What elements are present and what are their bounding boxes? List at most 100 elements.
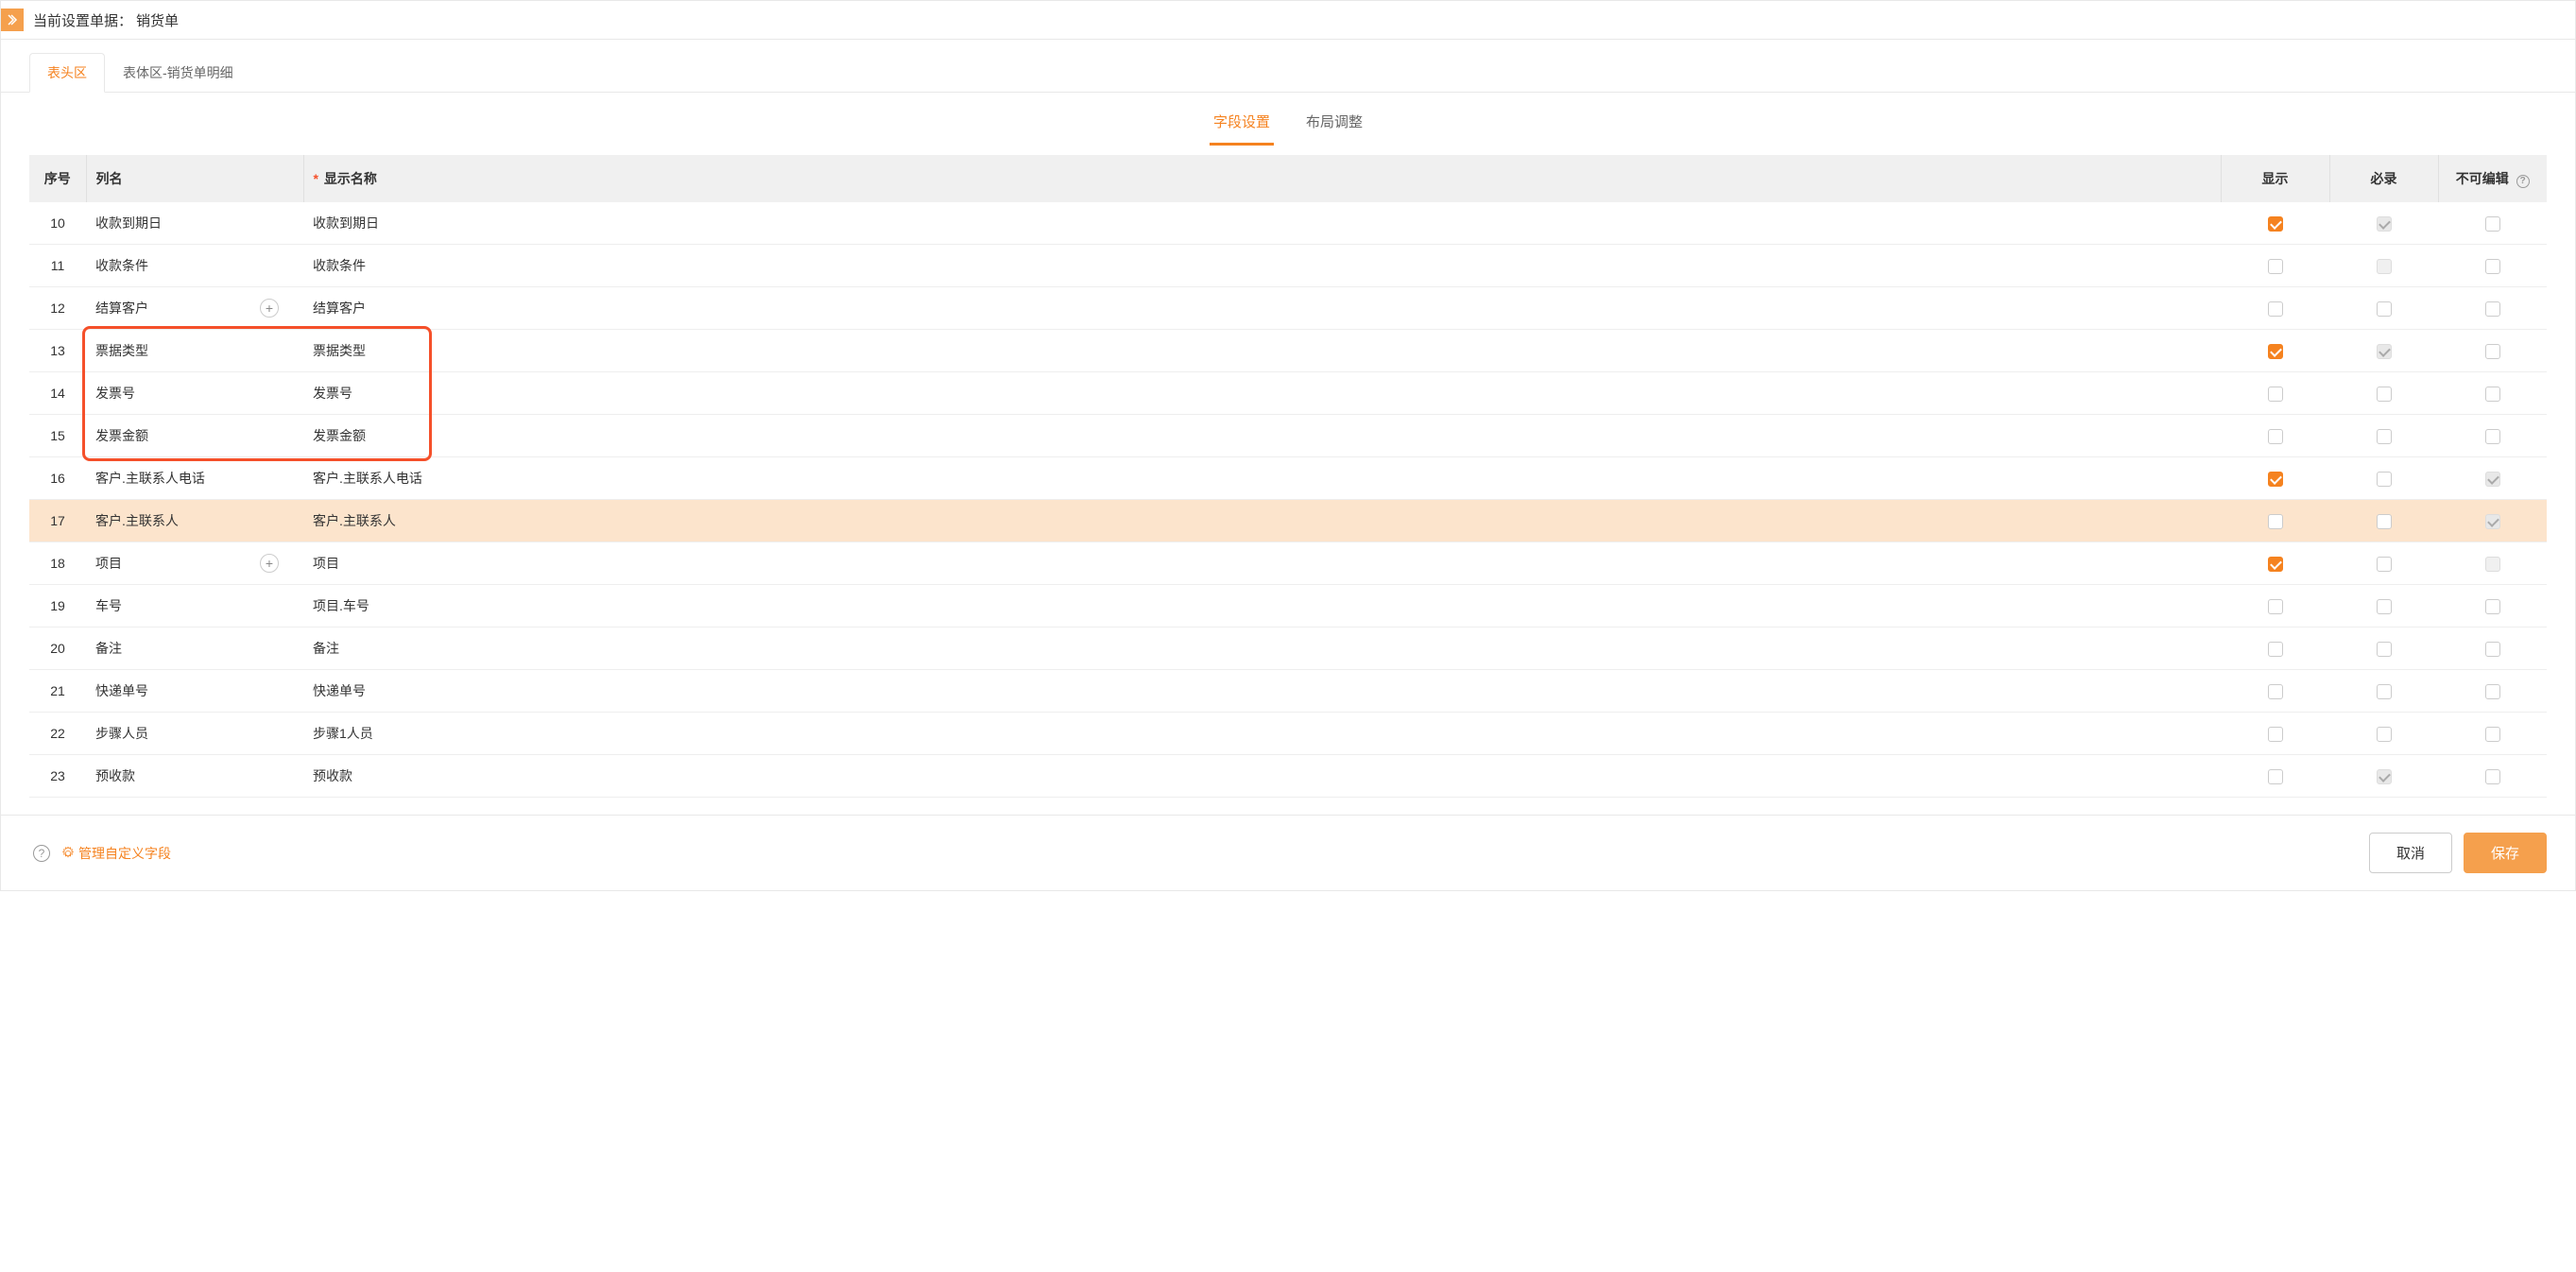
table-row[interactable]: 23预收款预收款 [29, 755, 2547, 798]
cell-display-name[interactable]: 快递单号 [303, 670, 2221, 713]
sub-tabs: 字段设置布局调整 [1, 92, 2575, 146]
main-tab-0[interactable]: 表头区 [29, 53, 105, 93]
show-checkbox[interactable] [2268, 769, 2283, 784]
noedit-checkbox[interactable] [2485, 769, 2500, 784]
cell-display-name[interactable]: 客户.主联系人 [303, 500, 2221, 542]
colname-label: 备注 [95, 641, 122, 656]
table-row[interactable]: 22步骤人员步骤1人员 [29, 713, 2547, 755]
required-checkbox[interactable] [2377, 429, 2392, 444]
main-tab-1[interactable]: 表体区-销货单明细 [105, 53, 251, 93]
show-checkbox[interactable] [2268, 301, 2283, 317]
cell-display-name[interactable]: 结算客户 [303, 287, 2221, 330]
cell-required [2329, 415, 2438, 457]
show-checkbox[interactable] [2268, 387, 2283, 402]
required-checkbox[interactable] [2377, 684, 2392, 699]
required-checkbox[interactable] [2377, 642, 2392, 657]
cell-show [2221, 627, 2329, 670]
table-row[interactable]: 15发票金额发票金额 [29, 415, 2547, 457]
sub-tab-1[interactable]: 布局调整 [1302, 104, 1366, 146]
manage-custom-fields-label: 管理自定义字段 [78, 844, 171, 863]
table-row[interactable]: 19车号项目.车号 [29, 585, 2547, 627]
cell-display-name[interactable]: 客户.主联系人电话 [303, 457, 2221, 500]
noedit-checkbox [2485, 557, 2500, 572]
cell-display-name[interactable]: 项目.车号 [303, 585, 2221, 627]
cell-display-name[interactable]: 备注 [303, 627, 2221, 670]
noedit-checkbox[interactable] [2485, 642, 2500, 657]
cell-colname: 备注 [86, 627, 303, 670]
required-checkbox[interactable] [2377, 387, 2392, 402]
show-checkbox[interactable] [2268, 472, 2283, 487]
cell-required [2329, 287, 2438, 330]
cell-display-name[interactable]: 发票金额 [303, 415, 2221, 457]
colname-label: 发票金额 [95, 428, 148, 443]
cell-show [2221, 542, 2329, 585]
show-checkbox[interactable] [2268, 344, 2283, 359]
required-checkbox[interactable] [2377, 514, 2392, 529]
table-row[interactable]: 18项目+项目 [29, 542, 2547, 585]
required-checkbox[interactable] [2377, 557, 2392, 572]
sub-tab-0[interactable]: 字段设置 [1210, 104, 1274, 146]
cell-display-name[interactable]: 收款到期日 [303, 202, 2221, 245]
cell-required [2329, 755, 2438, 798]
add-icon[interactable]: + [260, 299, 279, 318]
table-row[interactable]: 13票据类型票据类型 [29, 330, 2547, 372]
table-row[interactable]: 11收款条件收款条件 [29, 245, 2547, 287]
expand-panel-button[interactable] [1, 9, 24, 31]
cell-seq: 16 [29, 457, 86, 500]
noedit-checkbox[interactable] [2485, 344, 2500, 359]
cell-colname: 发票号 [86, 372, 303, 415]
cell-colname: 车号 [86, 585, 303, 627]
cancel-button[interactable]: 取消 [2369, 833, 2452, 873]
cell-seq: 13 [29, 330, 86, 372]
table-row[interactable]: 12结算客户+结算客户 [29, 287, 2547, 330]
noedit-checkbox[interactable] [2485, 301, 2500, 317]
manage-custom-fields-link[interactable]: 管理自定义字段 [61, 844, 171, 863]
show-checkbox[interactable] [2268, 557, 2283, 572]
table-row[interactable]: 20备注备注 [29, 627, 2547, 670]
noedit-checkbox[interactable] [2485, 259, 2500, 274]
noedit-checkbox[interactable] [2485, 387, 2500, 402]
cell-seq: 17 [29, 500, 86, 542]
show-checkbox[interactable] [2268, 216, 2283, 232]
show-checkbox[interactable] [2268, 429, 2283, 444]
table-header-row: 序号 列名 * 显示名称 显示 必录 不可编辑 ? [29, 155, 2547, 202]
help-icon[interactable]: ? [33, 845, 50, 862]
show-checkbox[interactable] [2268, 684, 2283, 699]
noedit-checkbox[interactable] [2485, 429, 2500, 444]
table-row[interactable]: 10收款到期日收款到期日 [29, 202, 2547, 245]
table-row[interactable]: 14发票号发票号 [29, 372, 2547, 415]
table-row[interactable]: 21快递单号快递单号 [29, 670, 2547, 713]
add-icon[interactable]: + [260, 554, 279, 573]
save-button[interactable]: 保存 [2464, 833, 2547, 873]
show-checkbox[interactable] [2268, 514, 2283, 529]
help-icon[interactable]: ? [2516, 175, 2530, 188]
noedit-checkbox[interactable] [2485, 599, 2500, 614]
show-checkbox[interactable] [2268, 727, 2283, 742]
cell-display-name[interactable]: 票据类型 [303, 330, 2221, 372]
cell-display-name[interactable]: 发票号 [303, 372, 2221, 415]
cell-display-name[interactable]: 项目 [303, 542, 2221, 585]
show-checkbox[interactable] [2268, 642, 2283, 657]
cell-display-name[interactable]: 收款条件 [303, 245, 2221, 287]
cell-noedit [2438, 755, 2547, 798]
cell-required [2329, 670, 2438, 713]
required-checkbox[interactable] [2377, 301, 2392, 317]
cell-display-name[interactable]: 步骤1人员 [303, 713, 2221, 755]
required-checkbox[interactable] [2377, 599, 2392, 614]
table-row[interactable]: 17客户.主联系人客户.主联系人 [29, 500, 2547, 542]
required-checkbox[interactable] [2377, 727, 2392, 742]
required-checkbox [2377, 769, 2392, 784]
show-checkbox[interactable] [2268, 599, 2283, 614]
required-checkbox[interactable] [2377, 472, 2392, 487]
cell-show [2221, 287, 2329, 330]
noedit-checkbox[interactable] [2485, 684, 2500, 699]
cell-display-name[interactable]: 预收款 [303, 755, 2221, 798]
table-row[interactable]: 16客户.主联系人电话客户.主联系人电话 [29, 457, 2547, 500]
noedit-checkbox[interactable] [2485, 216, 2500, 232]
cell-show [2221, 670, 2329, 713]
noedit-checkbox[interactable] [2485, 727, 2500, 742]
show-checkbox[interactable] [2268, 259, 2283, 274]
required-asterisk-icon: * [314, 171, 318, 186]
cell-noedit [2438, 500, 2547, 542]
cell-colname: 客户.主联系人 [86, 500, 303, 542]
